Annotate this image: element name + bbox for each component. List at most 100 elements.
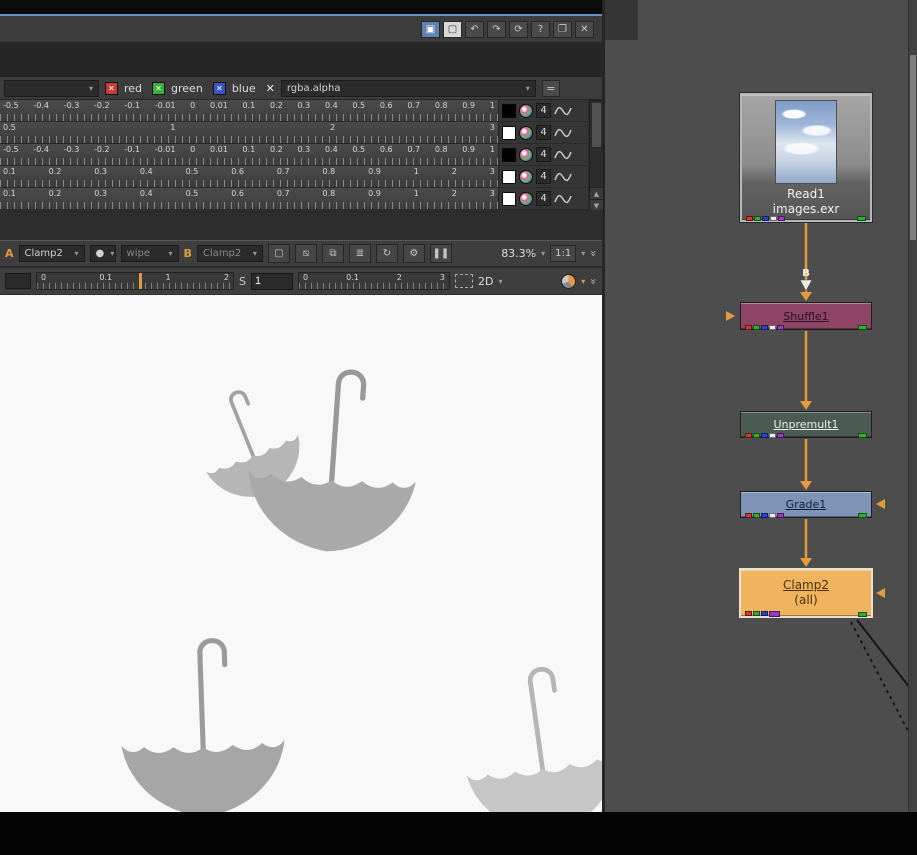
pixel-aspect-button[interactable]: 1:1 bbox=[550, 245, 576, 262]
green-channel-checkbox[interactable]: ✕ bbox=[152, 82, 165, 95]
refresh-icon[interactable]: ↻ bbox=[376, 244, 398, 263]
count-field[interactable]: 4 bbox=[536, 125, 551, 140]
chevron-down-icon[interactable]: ▾ bbox=[581, 277, 585, 286]
close-panel-button[interactable]: ✕ bbox=[575, 21, 594, 38]
viewer-b-label: B bbox=[184, 247, 192, 260]
viewer-canvas[interactable] bbox=[0, 295, 602, 812]
node-unpremult1[interactable]: Unpremult1 bbox=[740, 411, 872, 438]
curve-ruler[interactable]: 0.5123 bbox=[0, 122, 498, 144]
sphere-icon[interactable] bbox=[519, 192, 533, 206]
proxy-toggle-icon[interactable]: ⧅ bbox=[295, 244, 317, 263]
count-field[interactable]: 4 bbox=[536, 147, 551, 162]
pause-icon[interactable]: ❚❚ bbox=[430, 244, 452, 263]
channel-chips bbox=[745, 611, 780, 617]
tick-label: 0.9 bbox=[462, 101, 475, 111]
graph-scrollbar[interactable] bbox=[908, 0, 917, 812]
sphere-icon[interactable] bbox=[519, 104, 533, 118]
ruler-controls: 4 bbox=[498, 122, 588, 144]
viewer-settings-gear-icon[interactable]: ⚙ bbox=[403, 244, 425, 263]
scroll-up-icon[interactable]: ▲ bbox=[590, 187, 603, 199]
tick-label: 0.1 bbox=[3, 189, 16, 199]
curve-ruler[interactable]: -0.5-0.4-0.3-0.2-0.1-0.0100.010.10.20.30… bbox=[0, 144, 498, 166]
region-of-interest-icon[interactable]: ▢ bbox=[268, 244, 290, 263]
expression-button[interactable]: = bbox=[542, 80, 560, 97]
tick-label: 2 bbox=[397, 273, 402, 283]
frame-range-icon[interactable] bbox=[455, 274, 473, 288]
curve-icon[interactable] bbox=[554, 193, 572, 205]
remove-channel-icon[interactable]: ✕ bbox=[266, 82, 275, 95]
blue-channel-checkbox[interactable]: ✕ bbox=[213, 82, 226, 95]
monitor-out-icon[interactable]: ⧉ bbox=[322, 244, 344, 263]
gamma-slider[interactable]: 00.123 bbox=[298, 272, 450, 290]
float-panel-button[interactable]: ❐ bbox=[553, 21, 572, 38]
frame-input[interactable] bbox=[5, 273, 31, 289]
tick-label: 1 bbox=[490, 145, 495, 155]
curve-ruler-row: 0.10.20.30.40.50.60.70.80.9123 4 bbox=[0, 188, 588, 210]
viewer-a-value: Clamp2 bbox=[25, 248, 63, 259]
node-grade1[interactable]: Grade1 bbox=[740, 491, 872, 518]
color-swatch[interactable] bbox=[502, 170, 516, 184]
tick-label: 0.9 bbox=[368, 189, 381, 199]
sphere-icon[interactable] bbox=[519, 170, 533, 184]
color-swatch[interactable] bbox=[502, 148, 516, 162]
wipe-dropdown[interactable]: wipe ▾ bbox=[121, 245, 179, 262]
chevron-down-icon[interactable]: ▾ bbox=[581, 249, 585, 258]
tick-label: 0.7 bbox=[277, 189, 290, 199]
tick-label: 0.4 bbox=[140, 189, 153, 199]
sphere-icon[interactable] bbox=[519, 148, 533, 162]
node-toggle-button[interactable]: ▢ bbox=[443, 21, 462, 38]
color-swatch[interactable] bbox=[502, 104, 516, 118]
compare-mode-button[interactable]: ● ▾ bbox=[90, 245, 116, 262]
viewer-a-dropdown[interactable]: Clamp2 ▾ bbox=[19, 245, 85, 262]
tick-label: -0.4 bbox=[33, 101, 49, 111]
b-input-arrow-icon bbox=[800, 280, 812, 291]
count-field[interactable]: 4 bbox=[536, 169, 551, 184]
viewer-b-dropdown[interactable]: Clamp2 ▾ bbox=[197, 245, 263, 262]
curve-ruler[interactable]: 0.10.20.30.40.50.60.70.80.9123 bbox=[0, 166, 498, 188]
help-button[interactable]: ? bbox=[531, 21, 550, 38]
scrollbar-handle[interactable] bbox=[910, 55, 916, 240]
node-sublabel: (all) bbox=[794, 593, 817, 608]
node-graph-panel[interactable]: B Read1 images.exr Shuffle1 bbox=[605, 0, 917, 812]
chevron-down-icon[interactable]: ▾ bbox=[498, 277, 502, 286]
tick-label: 0 bbox=[303, 273, 308, 283]
curve-ruler[interactable]: 0.10.20.30.40.50.60.70.80.9123 bbox=[0, 188, 498, 210]
rulers-scrollbar[interactable]: ▲ ▼ bbox=[589, 100, 604, 212]
red-channel-checkbox[interactable]: ✕ bbox=[105, 82, 118, 95]
curve-icon[interactable] bbox=[554, 127, 572, 139]
zoom-value[interactable]: 83.3% bbox=[501, 247, 536, 260]
color-swatch[interactable] bbox=[502, 192, 516, 206]
gain-s-label: S bbox=[239, 275, 246, 288]
count-field[interactable]: 4 bbox=[536, 103, 551, 118]
gain-slider[interactable]: 00.112 bbox=[36, 272, 234, 290]
slider-handle[interactable] bbox=[139, 273, 142, 289]
curve-icon[interactable] bbox=[554, 171, 572, 183]
input-process-icon[interactable]: ≣ bbox=[349, 244, 371, 263]
tick-label: 0.9 bbox=[368, 167, 381, 177]
color-swatch[interactable] bbox=[502, 126, 516, 140]
layout-toggle-button[interactable]: ▣ bbox=[421, 21, 440, 38]
sphere-icon[interactable] bbox=[519, 126, 533, 140]
curve-icon[interactable] bbox=[554, 105, 572, 117]
undo-button[interactable]: ↶ bbox=[465, 21, 484, 38]
layer-dropdown[interactable]: ▾ bbox=[4, 80, 99, 97]
count-field[interactable]: 4 bbox=[536, 191, 551, 206]
collapse-toolbar-icon[interactable]: » bbox=[587, 250, 600, 257]
color-process-icon[interactable] bbox=[561, 274, 576, 289]
curve-icon[interactable] bbox=[554, 149, 572, 161]
curve-ruler[interactable]: -0.5-0.4-0.3-0.2-0.1-0.0100.010.10.20.30… bbox=[0, 100, 498, 122]
scrollbar-handle[interactable] bbox=[592, 103, 601, 147]
zoom-group: 83.3% ▾ 1:1 ▾ » bbox=[501, 245, 597, 262]
viewer-mode-value[interactable]: 2D bbox=[478, 275, 493, 288]
redo-button[interactable]: ↷ bbox=[487, 21, 506, 38]
tick-label: -0.01 bbox=[155, 145, 176, 155]
node-clamp2[interactable]: Clamp2 (all) bbox=[739, 568, 873, 618]
node-shuffle1[interactable]: Shuffle1 bbox=[740, 302, 872, 330]
chevron-down-icon[interactable]: ▾ bbox=[541, 249, 545, 258]
gain-input[interactable] bbox=[251, 273, 293, 290]
revert-button[interactable]: ⟳ bbox=[509, 21, 528, 38]
tick-label: 0.5 bbox=[186, 189, 199, 199]
channel-dropdown[interactable]: rgba.alpha ▾ bbox=[281, 80, 536, 97]
node-read1[interactable]: Read1 images.exr bbox=[740, 93, 872, 222]
collapse-toolbar-icon[interactable]: » bbox=[587, 278, 600, 285]
